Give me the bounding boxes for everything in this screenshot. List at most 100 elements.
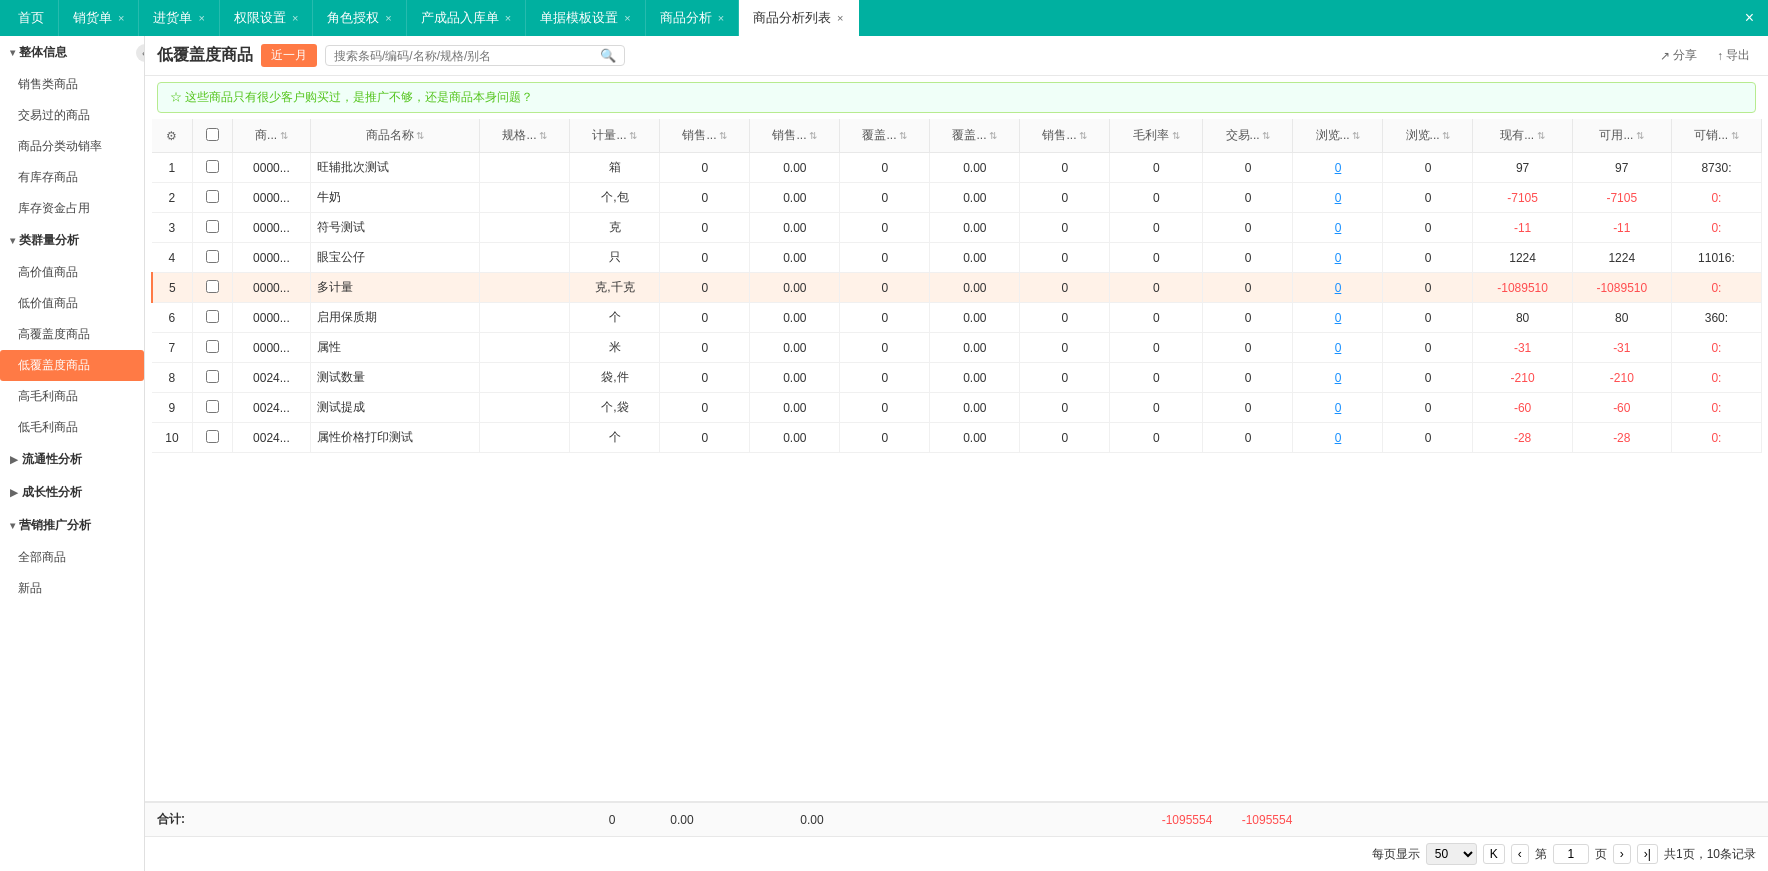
page-input[interactable] [1553, 844, 1589, 864]
row-checkbox[interactable] [206, 220, 219, 233]
sidebar-item-low-coverage[interactable]: 低覆盖度商品 [0, 350, 144, 381]
col-settings[interactable]: ⚙ [152, 119, 192, 153]
sidebar-section-cluster[interactable]: ▾ 类群量分析 [0, 224, 144, 257]
sidebar-item-product-category-rate[interactable]: 商品分类动销率 [0, 131, 144, 162]
close-icon[interactable]: × [292, 12, 298, 24]
row-checkbox[interactable] [206, 430, 219, 443]
col-unit[interactable]: 计量... [570, 119, 660, 153]
select-all-checkbox[interactable] [206, 128, 219, 141]
row-checkbox[interactable] [206, 310, 219, 323]
row-checkbox[interactable] [206, 190, 219, 203]
row-browse1[interactable]: 0 [1293, 333, 1383, 363]
sidebar-section-overall[interactable]: ▾ 整体信息 [0, 36, 144, 69]
col-sales-qty[interactable]: 销售... [660, 119, 750, 153]
col-trade[interactable]: 交易... [1203, 119, 1293, 153]
col-coverage2[interactable]: 覆盖... [930, 119, 1020, 153]
row-checkbox[interactable] [206, 400, 219, 413]
close-icon[interactable]: × [624, 12, 630, 24]
row-browse1[interactable]: 0 [1293, 213, 1383, 243]
col-current-stock[interactable]: 现有... [1473, 119, 1572, 153]
close-icon[interactable]: × [118, 12, 124, 24]
row-checkbox-cell[interactable] [192, 423, 232, 453]
col-code[interactable]: 商... [233, 119, 310, 153]
row-checkbox-cell[interactable] [192, 303, 232, 333]
col-saleable[interactable]: 可销... [1671, 119, 1761, 153]
col-coverage1[interactable]: 覆盖... [840, 119, 930, 153]
row-browse1[interactable]: 0 [1293, 303, 1383, 333]
sidebar-item-high-margin[interactable]: 高毛利商品 [0, 381, 144, 412]
col-browse2[interactable]: 浏览... [1383, 119, 1473, 153]
sidebar-item-traded-products[interactable]: 交易过的商品 [0, 100, 144, 131]
sidebar-item-sales-products[interactable]: 销售类商品 [0, 69, 144, 100]
row-browse1[interactable]: 0 [1293, 393, 1383, 423]
row-browse1[interactable]: 0 [1293, 363, 1383, 393]
col-sales-amt[interactable]: 销售... [750, 119, 840, 153]
col-spec[interactable]: 规格... [480, 119, 570, 153]
row-browse1[interactable]: 0 [1293, 273, 1383, 303]
col-checkbox[interactable] [192, 119, 232, 153]
sidebar-item-stock-funds[interactable]: 库存资金占用 [0, 193, 144, 224]
row-sales-amt: 0.00 [750, 303, 840, 333]
nav-tab-product-entry[interactable]: 产成品入库单 × [407, 0, 526, 36]
row-checkbox[interactable] [206, 250, 219, 263]
row-checkbox-cell[interactable] [192, 153, 232, 183]
row-checkbox[interactable] [206, 370, 219, 383]
col-name[interactable]: 商品名称 [310, 119, 480, 153]
row-checkbox-cell[interactable] [192, 333, 232, 363]
col-sales-x[interactable]: 销售... [1020, 119, 1110, 153]
nav-tab-role[interactable]: 角色授权 × [313, 0, 406, 36]
close-all-tabs-button[interactable]: × [1735, 9, 1764, 27]
sidebar-item-in-stock-products[interactable]: 有库存商品 [0, 162, 144, 193]
sidebar-section-growth[interactable]: ▶ 成长性分析 [0, 476, 144, 509]
close-icon[interactable]: × [837, 12, 843, 24]
row-available: -210 [1572, 363, 1671, 393]
nav-tab-purchase[interactable]: 进货单 × [139, 0, 219, 36]
search-input[interactable] [334, 49, 600, 63]
sidebar-section-liquidity[interactable]: ▶ 流通性分析 [0, 443, 144, 476]
row-browse1[interactable]: 0 [1293, 153, 1383, 183]
row-checkbox-cell[interactable] [192, 243, 232, 273]
time-filter-button[interactable]: 近一月 [261, 44, 317, 67]
row-checkbox[interactable] [206, 160, 219, 173]
row-checkbox-cell[interactable] [192, 213, 232, 243]
sidebar-item-all-products[interactable]: 全部商品 [0, 542, 144, 573]
row-checkbox-cell[interactable] [192, 183, 232, 213]
search-icon[interactable]: 🔍 [600, 48, 616, 63]
nav-tab-product-analysis-list[interactable]: 商品分析列表 × [739, 0, 858, 36]
row-checkbox[interactable] [206, 280, 219, 293]
row-checkbox[interactable] [206, 340, 219, 353]
sidebar-item-high-coverage[interactable]: 高覆盖度商品 [0, 319, 144, 350]
export-button[interactable]: ↑ 导出 [1711, 44, 1756, 67]
sidebar-item-new-products[interactable]: 新品 [0, 573, 144, 604]
row-browse1[interactable]: 0 [1293, 423, 1383, 453]
nav-tab-product-analysis[interactable]: 商品分析 × [646, 0, 739, 36]
nav-tab-permissions[interactable]: 权限设置 × [220, 0, 313, 36]
row-checkbox-cell[interactable] [192, 363, 232, 393]
col-gross-rate[interactable]: 毛利率 [1110, 119, 1203, 153]
page-size-select[interactable]: 50 20 100 [1426, 843, 1477, 865]
sidebar-item-low-margin[interactable]: 低毛利商品 [0, 412, 144, 443]
row-index: 2 [152, 183, 192, 213]
close-icon[interactable]: × [385, 12, 391, 24]
row-checkbox-cell[interactable] [192, 273, 232, 303]
next-page-button[interactable]: › [1613, 844, 1631, 864]
sidebar-item-high-value[interactable]: 高价值商品 [0, 257, 144, 288]
nav-tab-home[interactable]: 首页 [4, 0, 59, 36]
col-browse1[interactable]: 浏览... [1293, 119, 1383, 153]
close-icon[interactable]: × [198, 12, 204, 24]
share-button[interactable]: ↗ 分享 [1654, 44, 1703, 67]
sidebar-item-low-value[interactable]: 低价值商品 [0, 288, 144, 319]
last-page-button[interactable]: ›| [1637, 844, 1658, 864]
prev-page-button[interactable]: ‹ [1511, 844, 1529, 864]
nav-tab-template[interactable]: 单据模板设置 × [526, 0, 645, 36]
close-icon[interactable]: × [505, 12, 511, 24]
row-browse1[interactable]: 0 [1293, 243, 1383, 273]
row-browse1[interactable]: 0 [1293, 183, 1383, 213]
sidebar-section-marketing[interactable]: ▾ 营销推广分析 [0, 509, 144, 542]
nav-tab-sales[interactable]: 销货单 × [59, 0, 139, 36]
col-available[interactable]: 可用... [1572, 119, 1671, 153]
row-checkbox-cell[interactable] [192, 393, 232, 423]
close-icon[interactable]: × [718, 12, 724, 24]
first-page-button[interactable]: K [1483, 844, 1505, 864]
row-sales-x: 0 [1020, 363, 1110, 393]
